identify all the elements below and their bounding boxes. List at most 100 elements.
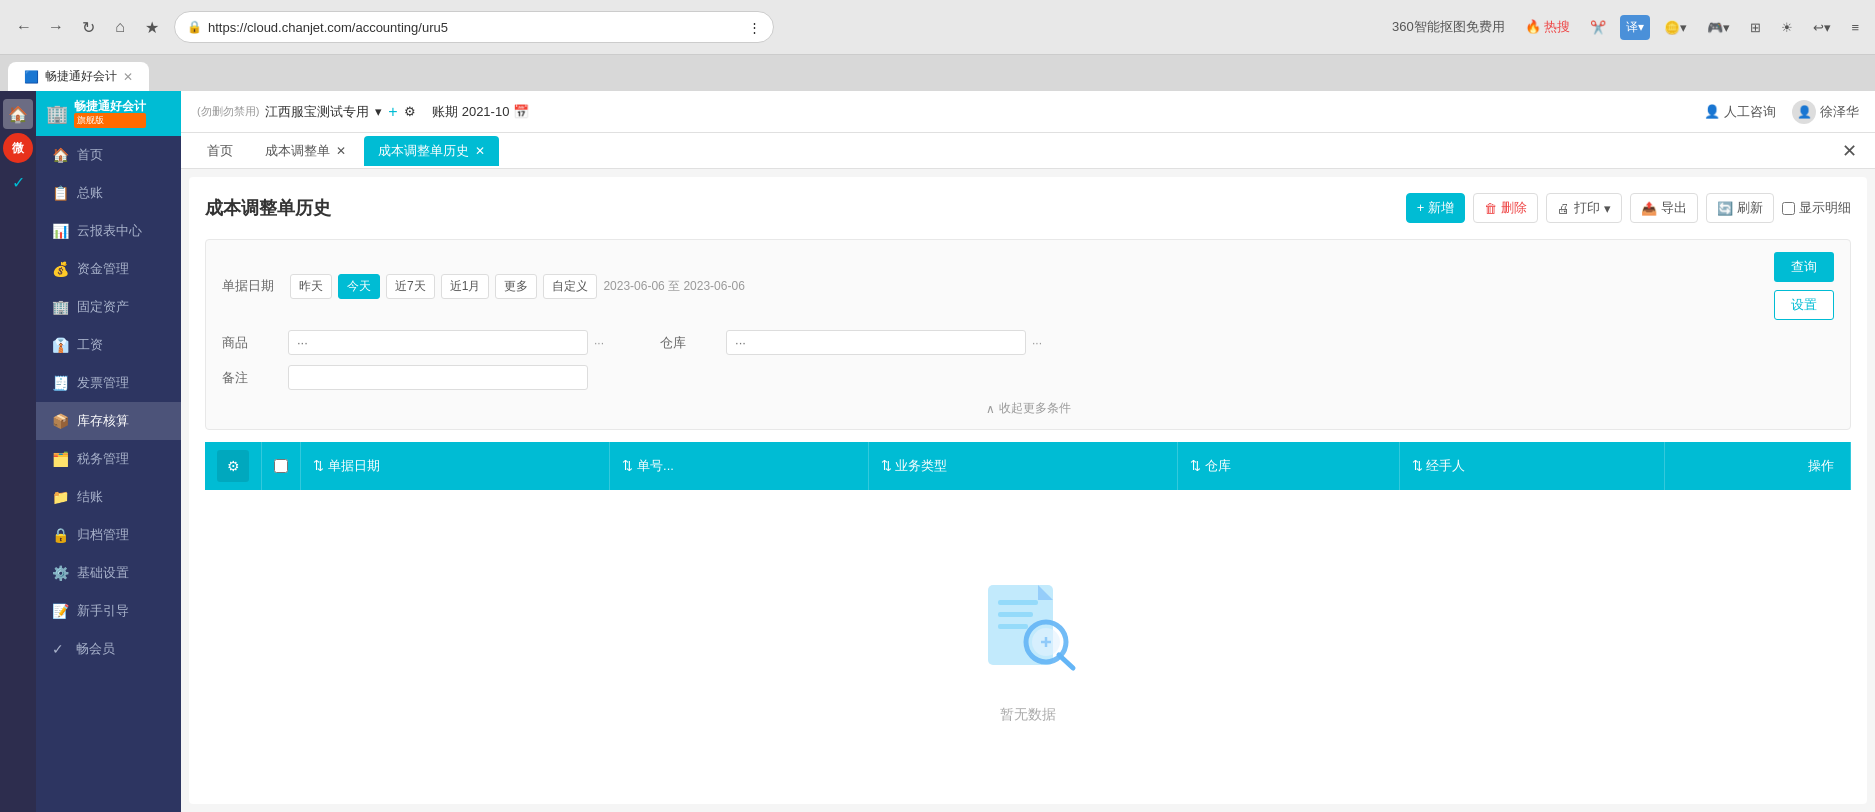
undo-tool[interactable]: ↩▾ — [1807, 16, 1837, 39]
display-columns-input[interactable] — [1782, 202, 1795, 215]
icon-sidebar-weibo[interactable]: 微 — [3, 133, 33, 163]
forward-button[interactable]: → — [42, 13, 70, 41]
period-selector[interactable]: 账期 2021-10 📅 — [432, 103, 530, 121]
warehouse-filter-input[interactable] — [726, 330, 1026, 355]
warehouse-more-icon[interactable]: ··· — [1032, 336, 1042, 350]
display-columns-label: 显示明细 — [1799, 199, 1851, 217]
display-columns-checkbox[interactable]: 显示明细 — [1782, 199, 1851, 217]
export-button[interactable]: 📤 导出 — [1630, 193, 1698, 223]
new-button[interactable]: + 新增 — [1406, 193, 1465, 223]
coin-tool[interactable]: 🪙▾ — [1658, 16, 1693, 39]
sidebar-item-archive[interactable]: 🔒 归档管理 — [36, 516, 181, 554]
sidebar-item-ledger[interactable]: 📋 总账 — [36, 174, 181, 212]
tab-cost-adjust-history-close[interactable]: ✕ — [475, 144, 485, 158]
sidebar-item-home[interactable]: 🏠 首页 — [36, 136, 181, 174]
empty-svg-icon — [968, 570, 1088, 690]
date-btn-yesterday[interactable]: 昨天 — [290, 274, 332, 299]
select-all-checkbox[interactable] — [274, 459, 288, 473]
ledger-menu-icon: 📋 — [52, 185, 69, 201]
sidebar-item-reports[interactable]: 📊 云报表中心 — [36, 212, 181, 250]
sidebar-item-fixed-assets[interactable]: 🏢 固定资产 — [36, 288, 181, 326]
settings-filter-button[interactable]: 设置 — [1774, 290, 1834, 320]
date-btn-today[interactable]: 今天 — [338, 274, 380, 299]
th-actions: 操作 — [1665, 442, 1851, 490]
add-company-icon[interactable]: + — [388, 103, 397, 121]
filter-row-goods-warehouse: 商品 ··· 仓库 ··· — [222, 330, 1834, 355]
settings-menu-label: 基础设置 — [77, 564, 129, 582]
warehouse-filter-select: ··· — [726, 330, 1042, 355]
brightness-tool[interactable]: ☀ — [1775, 16, 1799, 39]
date-btn-7days[interactable]: 近7天 — [386, 274, 435, 299]
ssl-lock-icon: 🔒 — [187, 20, 202, 34]
th-number[interactable]: ⇅ 单号... — [610, 442, 868, 490]
tab-close-all-button[interactable]: ✕ — [1835, 137, 1863, 165]
grid-tool[interactable]: ⊞ — [1744, 16, 1767, 39]
th-operator[interactable]: ⇅ 经手人 — [1399, 442, 1665, 490]
translate-button[interactable]: 译▾ — [1620, 15, 1650, 40]
url-dropdown-icon[interactable]: ⋮ — [748, 20, 761, 35]
company-selector[interactable]: (勿删勿禁用) 江西服宝测试专用 ▾ + ⚙ — [197, 103, 416, 121]
print-button[interactable]: 🖨 打印 ▾ — [1546, 193, 1622, 223]
th-date[interactable]: ⇅ 单据日期 — [301, 442, 610, 490]
goods-filter-select: ··· — [288, 330, 604, 355]
inventory-menu-icon: 📦 — [52, 413, 69, 429]
sidebar-item-settings[interactable]: ⚙️ 基础设置 — [36, 554, 181, 592]
search-tool[interactable]: 360智能抠图免费用 — [1386, 14, 1511, 40]
goods-more-icon[interactable]: ··· — [594, 336, 604, 350]
query-button[interactable]: 查询 — [1774, 252, 1834, 282]
tab-title: 畅捷通好会计 — [45, 68, 117, 85]
collapse-button[interactable]: ∧ 收起更多条件 — [986, 400, 1071, 417]
user-service-btn[interactable]: 👤 人工咨询 — [1704, 103, 1776, 121]
th-business-type[interactable]: ⇅ 业务类型 — [868, 442, 1177, 490]
back-button[interactable]: ← — [10, 13, 38, 41]
settings-menu-icon: ⚙️ — [52, 565, 69, 581]
browser-tab[interactable]: 🟦 畅捷通好会计 ✕ — [8, 62, 149, 91]
goods-filter-label: 商品 — [222, 334, 272, 352]
sidebar-item-salary[interactable]: 👔 工资 — [36, 326, 181, 364]
icon-sidebar: 🏠 微 ✓ — [0, 91, 36, 812]
tab-cost-adjust-label: 成本调整单 — [265, 142, 330, 160]
hot-search-label[interactable]: 🔥 热搜 — [1519, 14, 1577, 40]
address-bar[interactable]: 🔒 https://cloud.chanjet.com/accounting/u… — [174, 11, 774, 43]
menu-tool[interactable]: ≡ — [1845, 16, 1865, 39]
settings-icon[interactable]: ⚙ — [404, 104, 416, 119]
icon-sidebar-check[interactable]: ✓ — [3, 167, 33, 197]
table-settings-button[interactable]: ⚙ — [217, 450, 249, 482]
tab-cost-adjust[interactable]: 成本调整单 ✕ — [251, 136, 360, 166]
sidebar-item-member[interactable]: ✓ 畅会员 — [36, 630, 181, 668]
reload-button[interactable]: ↻ — [74, 13, 102, 41]
scissors-tool[interactable]: ✂️ — [1584, 16, 1612, 39]
calendar-icon: 📅 — [513, 104, 529, 119]
sidebar-item-guide[interactable]: 📝 新手引导 — [36, 592, 181, 630]
company-dropdown-icon[interactable]: ▾ — [375, 104, 382, 119]
tab-home[interactable]: 首页 — [193, 136, 247, 166]
tab-cost-adjust-close[interactable]: ✕ — [336, 144, 346, 158]
tab-close-icon[interactable]: ✕ — [123, 70, 133, 84]
game-tool[interactable]: 🎮▾ — [1701, 16, 1736, 39]
tab-cost-adjust-history[interactable]: 成本调整单历史 ✕ — [364, 136, 499, 166]
note-filter-input[interactable] — [288, 365, 588, 390]
sidebar-item-funds[interactable]: 💰 资金管理 — [36, 250, 181, 288]
goods-filter-input[interactable] — [288, 330, 588, 355]
salary-menu-icon: 👔 — [52, 337, 69, 353]
funds-menu-icon: 💰 — [52, 261, 69, 277]
date-btn-1month[interactable]: 近1月 — [441, 274, 490, 299]
th-settings: ⚙ — [205, 442, 262, 490]
filter-area: 单据日期 昨天 今天 近7天 近1月 更多 自定义 2023-06-06 至 2… — [205, 239, 1851, 430]
invoice-menu-icon: 🧾 — [52, 375, 69, 391]
bookmark-button[interactable]: ★ — [138, 13, 166, 41]
home-button[interactable]: ⌂ — [106, 13, 134, 41]
date-btn-more[interactable]: 更多 — [495, 274, 537, 299]
th-warehouse[interactable]: ⇅ 仓库 — [1178, 442, 1400, 490]
sidebar-item-inventory[interactable]: 📦 库存核算 — [36, 402, 181, 440]
logo-text: 畅捷通好会计 — [74, 99, 146, 113]
icon-sidebar-home[interactable]: 🏠 — [3, 99, 33, 129]
date-btn-custom[interactable]: 自定义 — [543, 274, 597, 299]
sidebar-item-invoice[interactable]: 🧾 发票管理 — [36, 364, 181, 402]
sidebar-item-closing[interactable]: 📁 结账 — [36, 478, 181, 516]
user-profile[interactable]: 👤 徐泽华 — [1792, 100, 1859, 124]
delete-button[interactable]: 🗑 删除 — [1473, 193, 1538, 223]
sidebar-logo[interactable]: 🏢 畅捷通好会计 旗舰版 — [36, 91, 181, 136]
sidebar-item-tax[interactable]: 🗂️ 税务管理 — [36, 440, 181, 478]
refresh-button[interactable]: 🔄 刷新 — [1706, 193, 1774, 223]
